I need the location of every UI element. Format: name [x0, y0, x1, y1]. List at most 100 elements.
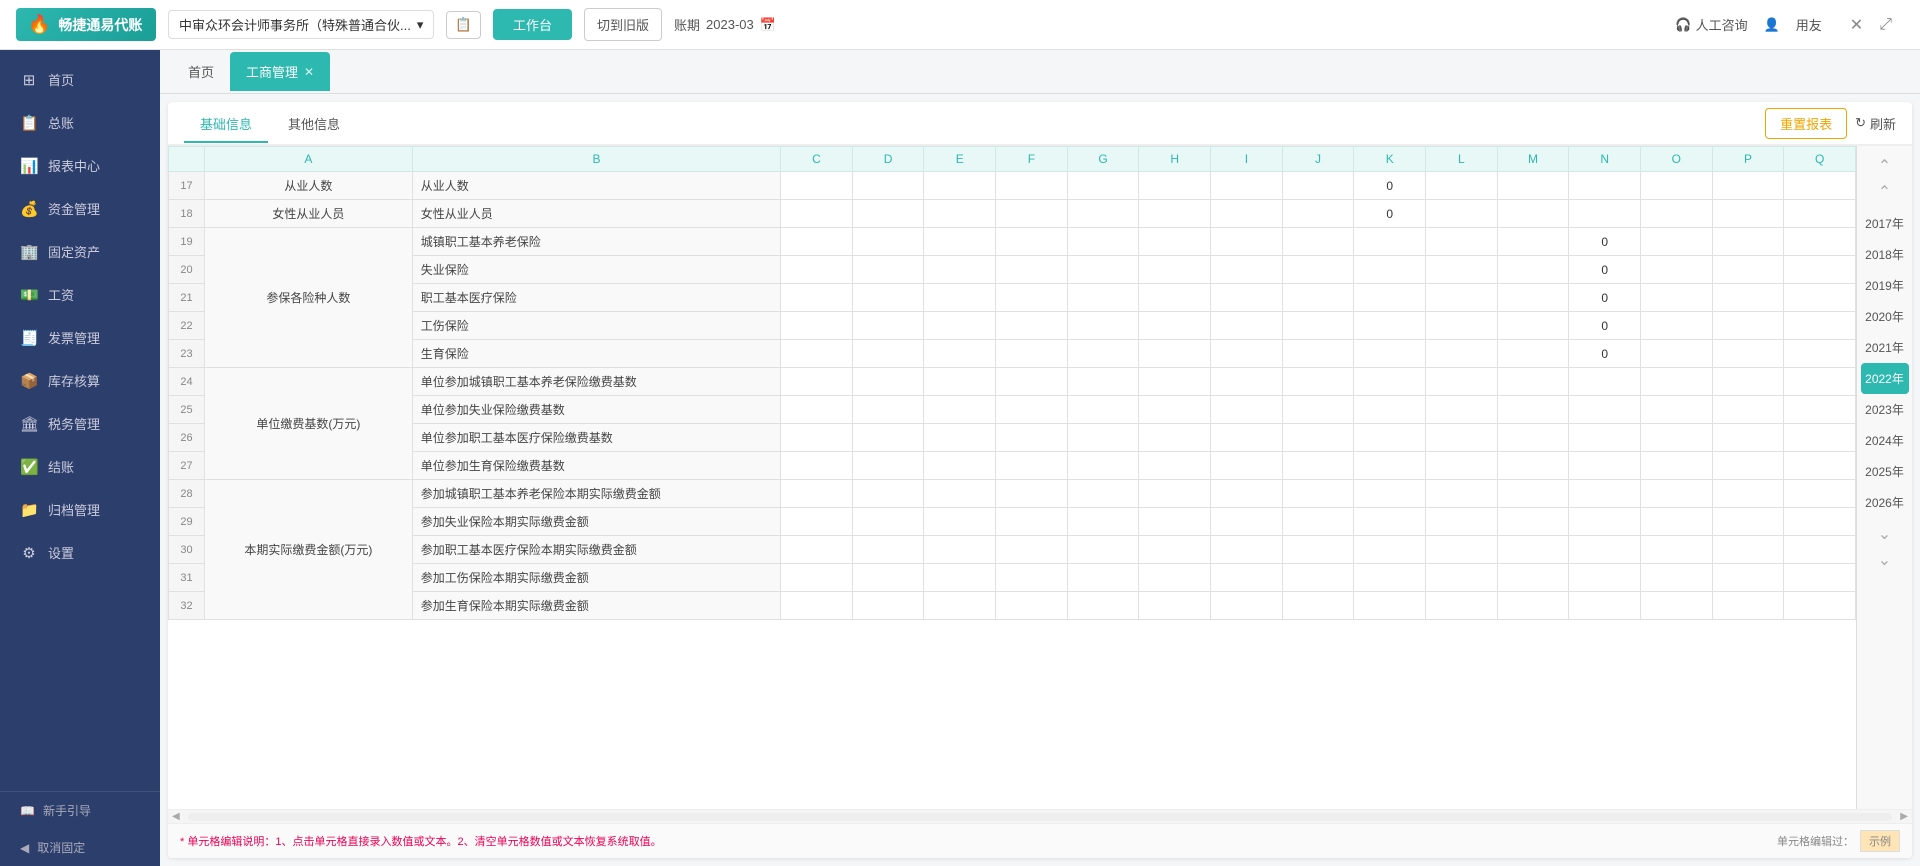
data-cell[interactable]	[1497, 340, 1569, 368]
reset-button[interactable]: 重置报表	[1765, 108, 1847, 139]
refresh-button[interactable]: ↻ 刷新	[1855, 114, 1896, 133]
data-cell[interactable]	[1497, 564, 1569, 592]
data-cell[interactable]	[1211, 564, 1283, 592]
data-cell[interactable]: 0	[1569, 340, 1641, 368]
sub-tab-basic[interactable]: 基础信息	[184, 106, 268, 143]
data-cell[interactable]	[1067, 592, 1139, 620]
old-version-button[interactable]: 切到旧版	[584, 8, 662, 41]
data-cell[interactable]	[781, 256, 853, 284]
data-cell[interactable]	[1426, 592, 1498, 620]
sidebar-item-invoice[interactable]: 🧾 发票管理	[0, 316, 160, 359]
data-cell[interactable]	[1426, 424, 1498, 452]
data-cell[interactable]	[996, 452, 1068, 480]
data-cell[interactable]	[1067, 284, 1139, 312]
data-cell[interactable]	[924, 592, 996, 620]
data-cell[interactable]	[1569, 536, 1641, 564]
year-double-down-arrow[interactable]: ⌄	[1876, 522, 1893, 546]
data-cell[interactable]	[1784, 508, 1856, 536]
data-cell[interactable]	[1282, 284, 1354, 312]
data-cell[interactable]	[1211, 536, 1283, 564]
data-cell[interactable]	[1712, 508, 1784, 536]
data-cell[interactable]	[1282, 424, 1354, 452]
data-cell[interactable]	[1641, 396, 1713, 424]
data-cell[interactable]	[1641, 284, 1713, 312]
data-cell[interactable]	[1712, 452, 1784, 480]
data-cell[interactable]	[1354, 592, 1426, 620]
col-b-cell[interactable]: 单位参加失业保险缴费基数	[412, 396, 780, 424]
sidebar-item-home[interactable]: ⊞ 首页	[0, 58, 160, 101]
data-cell[interactable]	[1139, 564, 1211, 592]
data-cell[interactable]	[781, 452, 853, 480]
tab-commerce[interactable]: 工商管理 ✕	[230, 52, 330, 91]
data-cell[interactable]	[1354, 340, 1426, 368]
data-cell[interactable]	[924, 536, 996, 564]
sub-tab-other[interactable]: 其他信息	[272, 106, 356, 143]
data-cell[interactable]	[1211, 256, 1283, 284]
user-name[interactable]: 用友	[1796, 15, 1822, 34]
data-cell[interactable]	[1712, 368, 1784, 396]
data-cell[interactable]	[1426, 368, 1498, 396]
data-cell[interactable]	[852, 536, 924, 564]
data-cell[interactable]	[1641, 536, 1713, 564]
data-cell[interactable]	[1497, 536, 1569, 564]
data-cell[interactable]	[924, 564, 996, 592]
data-cell[interactable]	[1282, 228, 1354, 256]
data-cell[interactable]	[1712, 312, 1784, 340]
data-cell[interactable]	[781, 536, 853, 564]
data-cell[interactable]	[1282, 396, 1354, 424]
data-cell[interactable]	[1426, 200, 1498, 228]
data-cell[interactable]	[1211, 508, 1283, 536]
year-item[interactable]: 2019年	[1861, 270, 1909, 301]
data-cell[interactable]	[996, 340, 1068, 368]
data-cell[interactable]	[996, 256, 1068, 284]
data-cell[interactable]	[1784, 536, 1856, 564]
data-cell[interactable]	[1211, 480, 1283, 508]
col-b-cell[interactable]: 城镇职工基本养老保险	[412, 228, 780, 256]
data-cell[interactable]	[1067, 312, 1139, 340]
data-cell[interactable]	[924, 200, 996, 228]
data-cell[interactable]	[852, 564, 924, 592]
col-a-cell[interactable]: 单位缴费基数(万元)	[205, 368, 413, 480]
data-cell[interactable]	[1282, 368, 1354, 396]
data-cell[interactable]	[1426, 172, 1498, 200]
data-cell[interactable]	[1569, 592, 1641, 620]
year-item[interactable]: 2021年	[1861, 332, 1909, 363]
data-cell[interactable]	[1139, 508, 1211, 536]
col-b-cell[interactable]: 女性从业人员	[412, 200, 780, 228]
h-scroll-row[interactable]: ◀ ▶	[168, 809, 1912, 823]
data-cell[interactable]	[1067, 200, 1139, 228]
data-cell[interactable]	[1426, 284, 1498, 312]
col-b-cell[interactable]: 参加工伤保险本期实际缴费金额	[412, 564, 780, 592]
data-cell[interactable]	[852, 480, 924, 508]
year-item[interactable]: 2023年	[1861, 394, 1909, 425]
data-cell[interactable]	[1354, 284, 1426, 312]
col-b-cell[interactable]: 参加城镇职工基本养老保险本期实际缴费金额	[412, 480, 780, 508]
data-cell[interactable]	[1641, 368, 1713, 396]
data-cell[interactable]	[924, 256, 996, 284]
data-cell[interactable]	[996, 396, 1068, 424]
year-up-arrow[interactable]: ⌃	[1876, 154, 1893, 178]
data-cell[interactable]	[1497, 592, 1569, 620]
data-cell[interactable]	[1641, 424, 1713, 452]
col-a-cell[interactable]: 女性从业人员	[205, 200, 413, 228]
year-item[interactable]: 2022年	[1861, 363, 1909, 394]
year-down-arrow[interactable]: ⌄	[1876, 548, 1893, 572]
data-cell[interactable]	[1139, 340, 1211, 368]
data-cell[interactable]	[1497, 424, 1569, 452]
data-cell[interactable]	[1784, 200, 1856, 228]
data-cell[interactable]	[1354, 396, 1426, 424]
tab-close-icon[interactable]: ✕	[304, 65, 314, 79]
data-cell[interactable]	[781, 200, 853, 228]
data-cell[interactable]	[1282, 256, 1354, 284]
data-cell[interactable]	[996, 172, 1068, 200]
data-cell[interactable]	[924, 368, 996, 396]
data-cell[interactable]	[1282, 340, 1354, 368]
data-cell[interactable]	[1712, 340, 1784, 368]
data-cell[interactable]	[781, 368, 853, 396]
data-cell[interactable]	[1426, 228, 1498, 256]
copy-icon-btn[interactable]: 📋	[446, 11, 481, 39]
data-cell[interactable]	[996, 536, 1068, 564]
col-b-cell[interactable]: 工伤保险	[412, 312, 780, 340]
year-item[interactable]: 2017年	[1861, 208, 1909, 239]
h-scroll-track[interactable]	[188, 813, 1893, 821]
